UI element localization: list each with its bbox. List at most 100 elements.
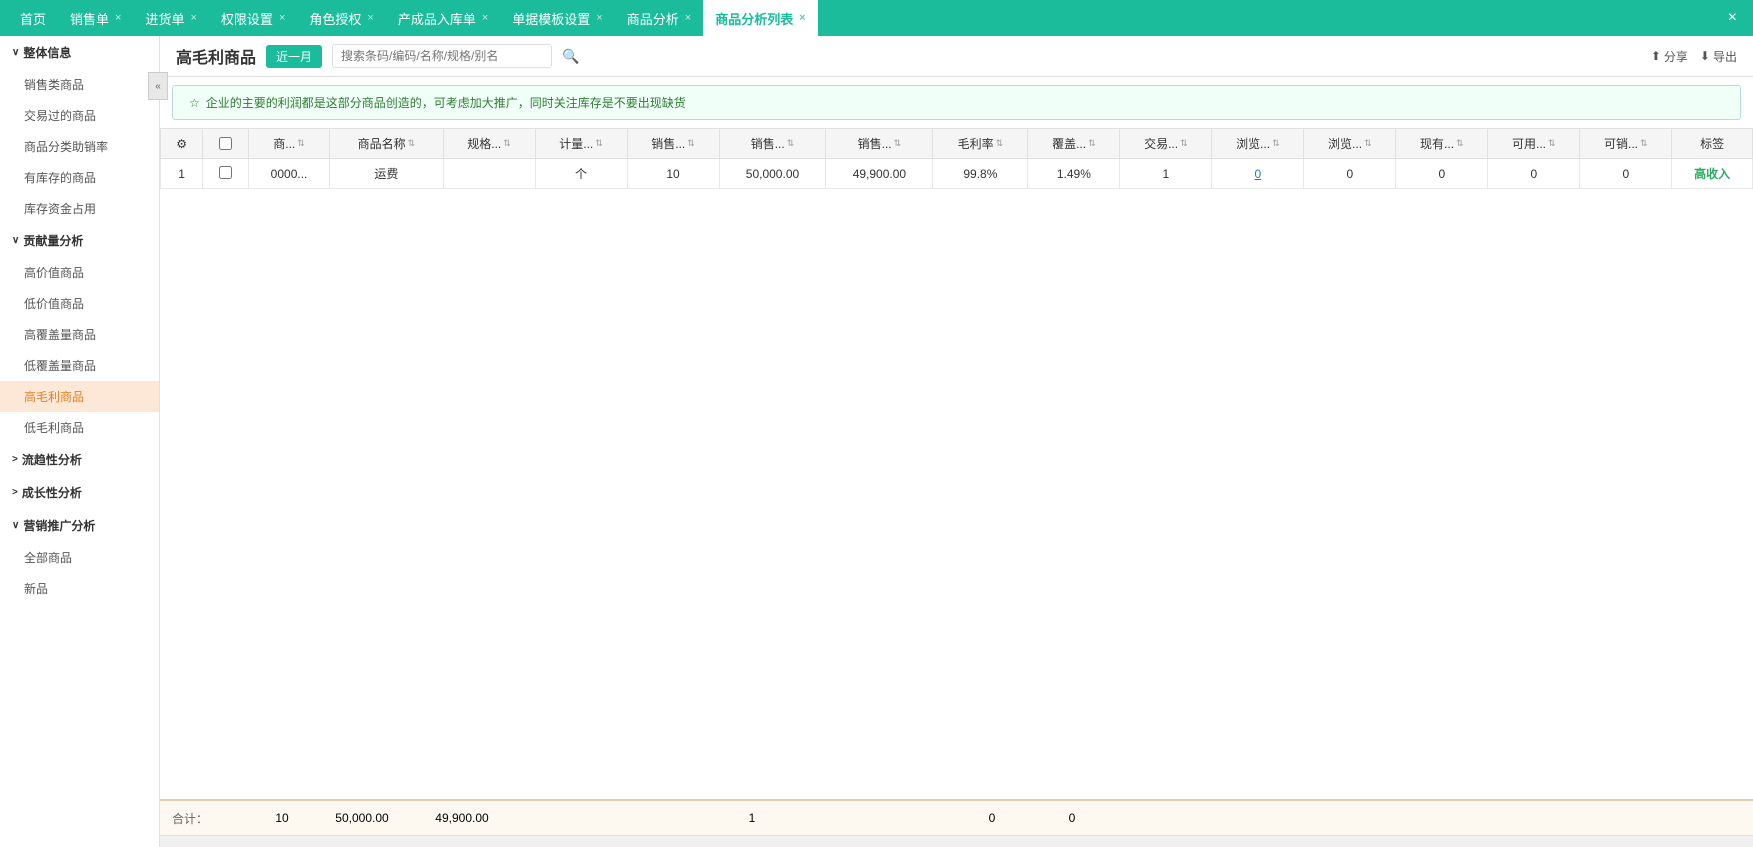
- cell-stock_cur: 0: [1396, 159, 1488, 189]
- content-header: 高毛利商品 近一月 🔍 ⬆ 分享 ⬇ 导出: [160, 36, 1753, 77]
- share-button[interactable]: ⬆ 分享: [1651, 48, 1688, 65]
- cell-unit: 个: [535, 159, 627, 189]
- nav-item-权限设置[interactable]: 权限设置×: [209, 0, 297, 36]
- nav-item-商品分析[interactable]: 商品分析×: [615, 0, 703, 36]
- horizontal-scrollbar[interactable]: [160, 835, 1753, 847]
- col-header-view1[interactable]: 浏览...⇅: [1212, 129, 1304, 159]
- col-header-checkbox: [203, 129, 249, 159]
- nav-item-角色授权[interactable]: 角色授权×: [297, 0, 385, 36]
- nav-close-销售单[interactable]: ×: [115, 12, 121, 24]
- sidebar-item-低价值商品[interactable]: 低价值商品: [0, 288, 159, 319]
- window-close-button[interactable]: ×: [1720, 9, 1745, 27]
- group-label-流趋性分析: 流趋性分析: [22, 451, 82, 468]
- col-header-code[interactable]: 商...⇅: [248, 129, 330, 159]
- sort-icon-stock_sell: ⇅: [1640, 138, 1648, 149]
- export-button[interactable]: ⬇ 导出: [1700, 48, 1737, 65]
- sidebar-group-贡献量分析[interactable]: ∨ 贡献量分析: [0, 224, 159, 257]
- sort-icon-coverage: ⇅: [1088, 138, 1096, 149]
- data-table-container: ⚙商...⇅商品名称⇅规格...⇅计量...⇅销售...⇅销售...⇅销售...…: [160, 128, 1753, 799]
- cell-index: 1: [161, 159, 203, 189]
- col-header-trade[interactable]: 交易...⇅: [1120, 129, 1212, 159]
- search-input[interactable]: [332, 44, 552, 68]
- sidebar-item-库存资金占用[interactable]: 库存资金占用: [0, 193, 159, 224]
- col-header-stock_cur[interactable]: 现有...⇅: [1396, 129, 1488, 159]
- sidebar-group-整体信息[interactable]: ∨整体信息: [0, 36, 159, 69]
- sidebar-collapse-button[interactable]: «: [148, 72, 168, 100]
- sort-icon-trade: ⇅: [1180, 138, 1188, 149]
- nav-close-角色授权[interactable]: ×: [367, 12, 373, 24]
- group-arrow-贡献量分析: ∨: [12, 235, 19, 246]
- sort-icon-stock_cur: ⇅: [1456, 138, 1464, 149]
- col-header-gross_margin[interactable]: 毛利率⇅: [933, 129, 1028, 159]
- col-header-sales_cost[interactable]: 销售...⇅: [826, 129, 933, 159]
- nav-close-单据模板设置[interactable]: ×: [596, 12, 602, 24]
- group-arrow-营销推广分析: ∨: [12, 520, 19, 531]
- cell-tag: 高收入: [1672, 159, 1753, 189]
- sidebar-item-低毛利商品[interactable]: 低毛利商品: [0, 412, 159, 443]
- cell-coverage: 1.49%: [1028, 159, 1120, 189]
- settings-icon[interactable]: ⚙: [176, 137, 187, 151]
- sidebar-item-销售类商品[interactable]: 销售类商品: [0, 69, 159, 100]
- sidebar-group-营销推广分析[interactable]: ∨营销推广分析: [0, 509, 159, 542]
- sidebar-item-全部商品[interactable]: 全部商品: [0, 542, 159, 573]
- nav-item-商品分析列表[interactable]: 商品分析列表×: [703, 0, 817, 36]
- filter-period-button[interactable]: 近一月: [266, 45, 322, 68]
- footer-label: 合计：: [172, 810, 252, 827]
- cell-checkbox: [203, 159, 249, 189]
- nav-item-进货单[interactable]: 进货单×: [133, 0, 208, 36]
- cell-stock_sell: 0: [1580, 159, 1672, 189]
- cell-view1[interactable]: 0: [1212, 159, 1304, 189]
- col-header-view2[interactable]: 浏览...⇅: [1304, 129, 1396, 159]
- footer-sales-qty: 10: [252, 811, 312, 825]
- select-all-checkbox[interactable]: [219, 137, 232, 150]
- col-header-stock_sell[interactable]: 可销...⇅: [1580, 129, 1672, 159]
- sidebar-group-成长性分析[interactable]: > 成长性分析: [0, 476, 159, 509]
- sort-icon-sales_cost: ⇅: [894, 138, 902, 149]
- sidebar-item-低覆盖量商品[interactable]: 低覆盖量商品: [0, 350, 159, 381]
- col-header-stock_avail[interactable]: 可用...⇅: [1488, 129, 1580, 159]
- nav-item-产成品入库单[interactable]: 产成品入库单×: [386, 0, 500, 36]
- group-arrow-成长性分析: >: [12, 487, 18, 498]
- nav-item-首页[interactable]: 首页: [8, 0, 58, 36]
- sort-icon-sales_amt: ⇅: [787, 138, 795, 149]
- nav-close-进货单[interactable]: ×: [190, 12, 196, 24]
- col-header-unit[interactable]: 计量...⇅: [535, 129, 627, 159]
- sidebar-item-交易过的商品[interactable]: 交易过的商品: [0, 100, 159, 131]
- col-header-index: ⚙: [161, 129, 203, 159]
- col-header-spec[interactable]: 规格...⇅: [443, 129, 535, 159]
- col-header-coverage[interactable]: 覆盖...⇅: [1028, 129, 1120, 159]
- sort-icon-spec: ⇅: [503, 138, 511, 149]
- sidebar-item-高覆盖量商品[interactable]: 高覆盖量商品: [0, 319, 159, 350]
- col-header-sales_amt[interactable]: 销售...⇅: [719, 129, 826, 159]
- sidebar-item-新品[interactable]: 新品: [0, 573, 159, 604]
- nav-item-单据模板设置[interactable]: 单据模板设置×: [500, 0, 614, 36]
- data-table: ⚙商...⇅商品名称⇅规格...⇅计量...⇅销售...⇅销售...⇅销售...…: [160, 128, 1753, 189]
- sort-icon-view2: ⇅: [1364, 138, 1372, 149]
- col-header-sales_qty[interactable]: 销售...⇅: [627, 129, 719, 159]
- sidebar-item-有库存的商品[interactable]: 有库存的商品: [0, 162, 159, 193]
- group-label-贡献量分析: 贡献量分析: [23, 232, 83, 249]
- nav-close-权限设置[interactable]: ×: [279, 12, 285, 24]
- sort-icon-view1: ⇅: [1272, 138, 1280, 149]
- sort-icon-code: ⇅: [297, 138, 305, 149]
- nav-close-商品分析[interactable]: ×: [685, 12, 691, 24]
- col-header-name[interactable]: 商品名称⇅: [330, 129, 443, 159]
- footer-stock-cur: 0: [952, 811, 1032, 825]
- table-row: 10000...运费个1050,000.0049,900.0099.8%1.49…: [161, 159, 1753, 189]
- info-text: 企业的主要的利润都是这部分商品创造的，可考虑加大推广，同时关注库存是不要出现缺货: [206, 94, 686, 111]
- group-label-成长性分析: 成长性分析: [22, 484, 82, 501]
- nav-item-销售单[interactable]: 销售单×: [58, 0, 133, 36]
- search-button[interactable]: 🔍: [562, 48, 579, 65]
- group-arrow-整体信息: ∨: [12, 47, 19, 58]
- export-icon: ⬇: [1700, 49, 1710, 63]
- sidebar-group-流趋性分析[interactable]: >流趋性分析: [0, 443, 159, 476]
- nav-close-商品分析列表[interactable]: ×: [799, 12, 805, 24]
- cell-sales_qty: 10: [627, 159, 719, 189]
- nav-close-产成品入库单[interactable]: ×: [482, 12, 488, 24]
- cell-name: 运费: [330, 159, 443, 189]
- sidebar-item-商品分类助销率[interactable]: 商品分类助销率: [0, 131, 159, 162]
- sidebar-item-高价值商品[interactable]: 高价值商品: [0, 257, 159, 288]
- row-checkbox[interactable]: [219, 166, 232, 179]
- footer-trade: 1: [712, 811, 792, 825]
- sidebar-item-高毛利商品[interactable]: 高毛利商品: [0, 381, 159, 412]
